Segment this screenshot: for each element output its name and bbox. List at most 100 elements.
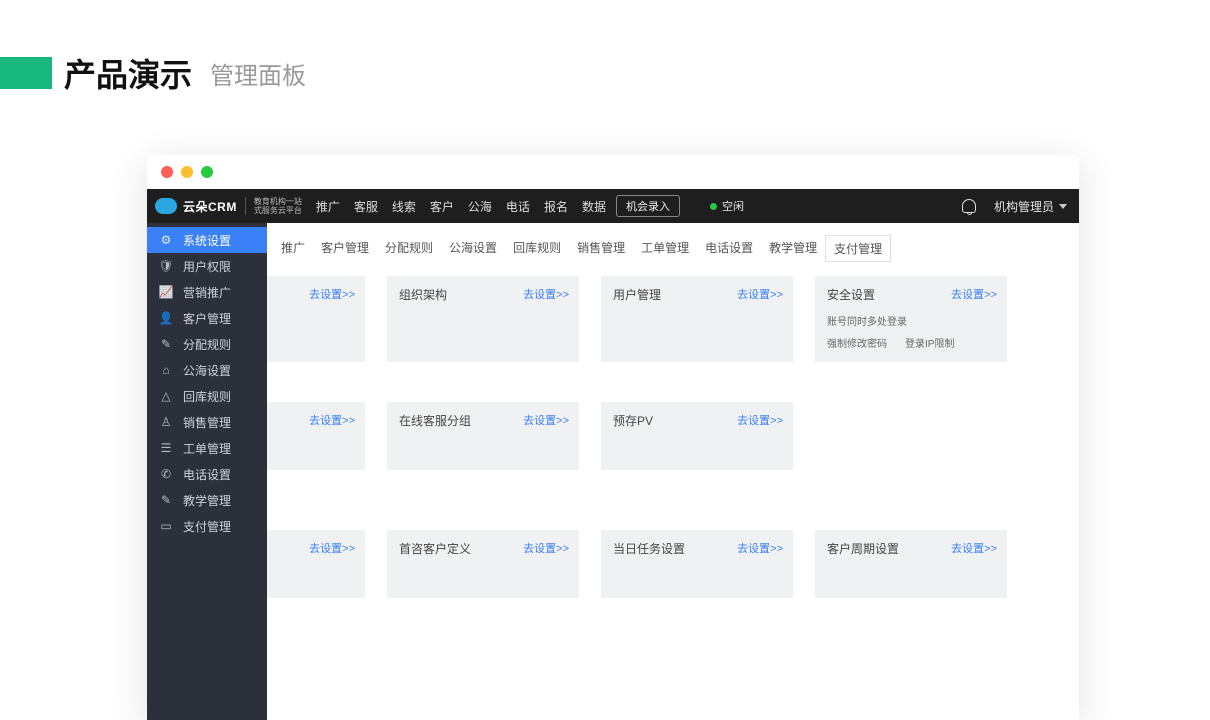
tab-pool[interactable]: 公海设置 <box>441 235 505 262</box>
person-icon: 👤 <box>159 311 173 325</box>
tab-customer-mgmt[interactable]: 客户管理 <box>313 235 377 262</box>
top-nav: 云朵CRM 教育机构一站 式服务云平台 推广 客服 线索 客户 公海 电话 报名… <box>147 189 1079 223</box>
sidebar-item-pool-settings[interactable]: ⌂ 公海设置 <box>147 357 267 383</box>
tab-phone[interactable]: 电话设置 <box>697 235 761 262</box>
sidebar-item-label: 支付管理 <box>183 518 231 535</box>
card-title: 首咨客户定义 <box>399 542 471 556</box>
shield-icon: 🛡 <box>159 259 173 273</box>
app-body: ⚙ 系统设置 🛡 用户权限 📈 营销推广 👤 客户管理 ✎ 分配规则 ⌂ 公海 <box>147 223 1079 720</box>
logo-divider <box>245 197 246 215</box>
tab-promo[interactable]: 推广 <box>273 235 313 262</box>
nav-promo[interactable]: 推广 <box>316 198 340 215</box>
nav-service[interactable]: 客服 <box>354 198 378 215</box>
settings-card-pv: 预存PV 去设置>> <box>601 402 793 470</box>
go-settings-link[interactable]: 去设置>> <box>309 540 355 556</box>
slide-header: 产品演示 管理面板 <box>0 50 306 96</box>
settings-card-csgroup: 在线客服分组 去设置>> <box>387 402 579 470</box>
go-settings-link[interactable]: 去设置>> <box>523 540 569 556</box>
go-settings-link[interactable]: 去设置>> <box>309 286 355 302</box>
tab-tickets[interactable]: 工单管理 <box>633 235 697 262</box>
sidebar-item-customer-mgmt[interactable]: 👤 客户管理 <box>147 305 267 331</box>
pencil-icon: ✎ <box>159 337 173 351</box>
status-label: 空闲 <box>722 198 744 214</box>
sidebar-item-phone-settings[interactable]: ✆ 电话设置 <box>147 461 267 487</box>
tab-return-rules[interactable]: 回库规则 <box>505 235 569 262</box>
user-menu[interactable]: 机构管理员 <box>994 198 1067 215</box>
go-settings-link[interactable]: 去设置>> <box>737 412 783 428</box>
sidebar-item-ticket-mgmt[interactable]: ☰ 工单管理 <box>147 435 267 461</box>
app-window: 云朵CRM 教育机构一站 式服务云平台 推广 客服 线索 客户 公海 电话 报名… <box>147 155 1079 720</box>
accent-block <box>0 57 52 89</box>
card-row: 去设置>> 组织架构 去设置>> 用户管理 去设置>> 安全设置 去设置>> <box>267 276 1063 362</box>
sidebar: ⚙ 系统设置 🛡 用户权限 📈 营销推广 👤 客户管理 ✎ 分配规则 ⌂ 公海 <box>147 223 267 720</box>
tabs-row: 推广 客户管理 分配规则 公海设置 回库规则 销售管理 工单管理 电话设置 教学… <box>267 223 1079 270</box>
go-settings-link[interactable]: 去设置>> <box>737 286 783 302</box>
nav-leads[interactable]: 线索 <box>392 198 416 215</box>
go-settings-link[interactable]: 去设置>> <box>951 540 997 556</box>
chevron-down-icon <box>1059 204 1067 209</box>
go-settings-link[interactable]: 去设置>> <box>523 286 569 302</box>
phone-icon: ✆ <box>159 467 173 481</box>
tab-teaching[interactable]: 教学管理 <box>761 235 825 262</box>
card-title: 客户周期设置 <box>827 542 899 556</box>
close-icon[interactable] <box>161 166 173 178</box>
tab-sales[interactable]: 销售管理 <box>569 235 633 262</box>
sidebar-item-label: 回库规则 <box>183 388 231 405</box>
sidebar-item-label: 公海设置 <box>183 362 231 379</box>
sidebar-item-sales-mgmt[interactable]: ♙ 销售管理 <box>147 409 267 435</box>
settings-card: 去设置>> <box>267 402 365 470</box>
sidebar-item-teaching-mgmt[interactable]: ✎ 教学管理 <box>147 487 267 513</box>
maximize-icon[interactable] <box>201 166 213 178</box>
status-dot-icon <box>710 203 717 210</box>
tab-payment[interactable]: 支付管理 <box>825 235 891 262</box>
slide-title: 产品演示 <box>64 50 192 96</box>
go-settings-link[interactable]: 去设置>> <box>309 412 355 428</box>
card-title: 预存PV <box>613 414 653 428</box>
status-indicator[interactable]: 空闲 <box>710 198 744 214</box>
card-row: 去设置>> 在线客服分组 去设置>> 预存PV 去设置>> <box>267 402 1063 470</box>
minimize-icon[interactable] <box>181 166 193 178</box>
brand-name: 云朵CRM <box>183 198 237 215</box>
cards-area: 去设置>> 组织架构 去设置>> 用户管理 去设置>> 安全设置 去设置>> <box>267 270 1079 598</box>
list-icon: ☰ <box>159 441 173 455</box>
settings-card: 去设置>> <box>267 530 365 598</box>
bell-icon[interactable] <box>962 199 976 213</box>
sidebar-item-user-permissions[interactable]: 🛡 用户权限 <box>147 253 267 279</box>
sidebar-item-label: 用户权限 <box>183 258 231 275</box>
user-label: 机构管理员 <box>994 198 1054 215</box>
go-settings-link[interactable]: 去设置>> <box>523 412 569 428</box>
sales-icon: ♙ <box>159 415 173 429</box>
sidebar-item-assign-rules[interactable]: ✎ 分配规则 <box>147 331 267 357</box>
window-titlebar <box>147 155 1079 189</box>
sidebar-item-marketing[interactable]: 📈 营销推广 <box>147 279 267 305</box>
sidebar-item-payment-mgmt[interactable]: ▭ 支付管理 <box>147 513 267 539</box>
settings-card-daily-task: 当日任务设置 去设置>> <box>601 530 793 598</box>
card-title: 用户管理 <box>613 288 661 302</box>
nav-pool[interactable]: 公海 <box>468 198 492 215</box>
go-settings-link[interactable]: 去设置>> <box>951 286 997 302</box>
card-title: 组织架构 <box>399 288 447 302</box>
card-title: 安全设置 <box>827 288 875 302</box>
nav-data[interactable]: 数据 <box>582 198 606 215</box>
brand-logo[interactable]: 云朵CRM 教育机构一站 式服务云平台 <box>155 197 302 215</box>
nav-customer[interactable]: 客户 <box>430 198 454 215</box>
tab-assign-rules[interactable]: 分配规则 <box>377 235 441 262</box>
slide-subtitle: 管理面板 <box>210 56 306 91</box>
go-settings-link[interactable]: 去设置>> <box>737 540 783 556</box>
brand-tagline: 教育机构一站 式服务云平台 <box>254 197 302 215</box>
card-detail: 账号同时多处登录 <box>827 313 995 328</box>
cloud-icon <box>155 198 177 214</box>
settings-card-user: 用户管理 去设置>> <box>601 276 793 362</box>
sidebar-item-system-settings[interactable]: ⚙ 系统设置 <box>147 227 267 253</box>
sidebar-item-label: 系统设置 <box>183 232 231 249</box>
nav-signup[interactable]: 报名 <box>544 198 568 215</box>
record-opportunity-button[interactable]: 机会录入 <box>616 195 680 217</box>
sidebar-item-return-rules[interactable]: △ 回库规则 <box>147 383 267 409</box>
card-detail: 登录IP限制 <box>905 335 954 350</box>
edit-icon: ✎ <box>159 493 173 507</box>
settings-card: 去设置>> <box>267 276 365 362</box>
sidebar-item-label: 营销推广 <box>183 284 231 301</box>
settings-card-customer-cycle: 客户周期设置 去设置>> <box>815 530 1007 598</box>
nav-items: 推广 客服 线索 客户 公海 电话 报名 数据 <box>316 198 606 215</box>
nav-phone[interactable]: 电话 <box>506 198 530 215</box>
